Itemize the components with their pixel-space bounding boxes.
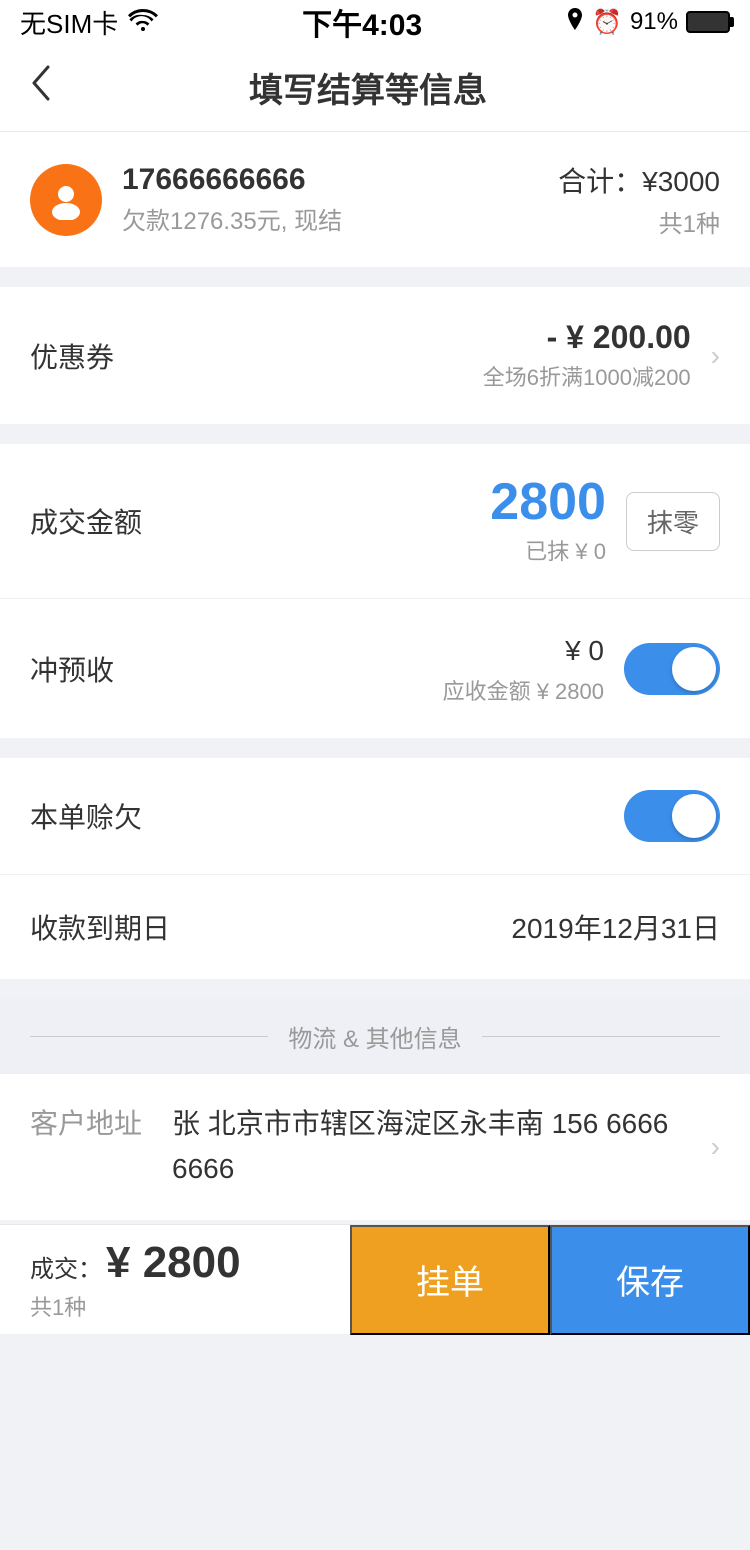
due-date-row: 收款到期日 2019年12月31日: [0, 875, 750, 979]
debt-single-toggle[interactable]: [624, 790, 720, 842]
status-bar: 无SIM卡 下午4:03 ⏰ 91%: [0, 0, 750, 44]
customer-info: 17666666666 欠款1276.35元, 现结: [122, 163, 342, 236]
address-row[interactable]: 客户地址 张 北京市市辖区海淀区永丰南 156 6666 6666 ›: [0, 1074, 750, 1220]
bottom-spacer: [0, 1440, 750, 1550]
customer-card: 17666666666 欠款1276.35元, 现结 合计：¥3000 共1种: [0, 132, 750, 267]
bottom-bar: 成交： ¥ 2800 共1种 挂单 保存: [0, 1224, 750, 1334]
content: 17666666666 欠款1276.35元, 现结 合计：¥3000 共1种 …: [0, 132, 750, 1550]
debt-single-label: 本单赊欠: [30, 796, 142, 836]
toggle-knob: [672, 647, 716, 691]
chevron-right-icon: ›: [711, 340, 720, 372]
debt-single-section: 本单赊欠 收款到期日 2019年12月31日: [0, 758, 750, 979]
customer-total: 合计：¥3000: [558, 160, 720, 200]
due-date-value: 2019年12月31日: [511, 907, 720, 947]
deal-amount-label: 成交金额: [30, 501, 142, 541]
pre-receive-row: 冲预收 ¥ 0 应收金额 ¥ 2800: [0, 599, 750, 738]
toggle-knob-2: [672, 794, 716, 838]
bottom-count: 共1种: [30, 1290, 320, 1322]
deal-amount-value-block: 2800 已抹 ¥ 0: [490, 476, 606, 566]
pre-receive-toggle[interactable]: [624, 643, 720, 695]
pre-receive-right: ¥ 0 应收金额 ¥ 2800: [443, 631, 720, 706]
sim-label: 无SIM卡: [20, 4, 118, 41]
pending-button[interactable]: 挂单: [350, 1225, 550, 1335]
coupon-row[interactable]: 优惠券 - ¥ 200.00 全场6折满1000减200 ›: [0, 287, 750, 424]
nav-bar: 填写结算等信息: [0, 44, 750, 132]
bottom-deal-line: 成交： ¥ 2800: [30, 1238, 320, 1288]
pre-receive-sub: 应收金额 ¥ 2800: [443, 674, 604, 706]
deal-amount-row: 成交金额 2800 已抹 ¥ 0 抹零: [0, 444, 750, 599]
pre-receive-value: ¥ 0: [443, 631, 604, 670]
divider-line-right: [482, 1036, 720, 1037]
bottom-deal-label: 成交：: [30, 1249, 102, 1284]
deal-amount-value: 2800: [490, 476, 606, 528]
customer-debt: 欠款1276.35元, 现结: [122, 201, 342, 236]
logistics-divider: 物流 & 其他信息: [0, 999, 750, 1074]
total-amount: ¥3000: [642, 166, 720, 197]
save-button[interactable]: 保存: [550, 1225, 750, 1335]
coupon-value: - ¥ 200.00: [483, 319, 691, 356]
pre-receive-label: 冲预收: [30, 649, 114, 689]
due-date-label: 收款到期日: [30, 907, 170, 947]
customer-left: 17666666666 欠款1276.35元, 现结: [30, 163, 342, 236]
total-label: 合计：: [558, 166, 642, 197]
customer-phone: 17666666666: [122, 163, 342, 197]
deal-amount-sub: 已抹 ¥ 0: [490, 534, 606, 566]
address-chevron-icon: ›: [711, 1131, 720, 1163]
bottom-amount: ¥ 2800: [106, 1238, 241, 1288]
deal-amount-right: 2800 已抹 ¥ 0 抹零: [490, 476, 720, 566]
status-left: 无SIM卡: [20, 4, 158, 41]
coupon-label: 优惠券: [30, 336, 114, 376]
logistics-label: 物流 & 其他信息: [288, 1019, 461, 1054]
coupon-right: - ¥ 200.00 全场6折满1000减200 ›: [483, 319, 720, 392]
coupon-sub: 全场6折满1000减200: [483, 360, 691, 392]
location-icon: [566, 8, 584, 37]
debt-single-right: [624, 790, 720, 842]
divider-line-left: [30, 1036, 268, 1037]
round-zero-button[interactable]: 抹零: [626, 492, 720, 551]
deal-section: 成交金额 2800 已抹 ¥ 0 抹零 冲预收 ¥ 0 应收金额 ¥ 2800: [0, 444, 750, 738]
customer-right: 合计：¥3000 共1种: [558, 160, 720, 239]
status-time: 下午4:03: [302, 0, 422, 44]
coupon-section: 优惠券 - ¥ 200.00 全场6折满1000减200 ›: [0, 287, 750, 424]
coupon-value-block: - ¥ 200.00 全场6折满1000减200: [483, 319, 691, 392]
status-right: ⏰ 91%: [566, 8, 730, 37]
customer-count: 共1种: [558, 204, 720, 239]
back-button[interactable]: [30, 65, 52, 110]
page-title: 填写结算等信息: [72, 63, 664, 112]
avatar: [30, 164, 102, 236]
address-value: 张 北京市市辖区海淀区永丰南 156 6666 6666: [172, 1102, 701, 1192]
address-label: 客户地址: [30, 1102, 142, 1142]
bottom-info: 成交： ¥ 2800 共1种: [0, 1238, 350, 1322]
battery-icon: [686, 11, 730, 33]
wifi-icon: [128, 7, 158, 38]
address-section: 客户地址 张 北京市市辖区海淀区永丰南 156 6666 6666 ›: [0, 1074, 750, 1220]
debt-single-row: 本单赊欠: [0, 758, 750, 875]
battery-percent: 91%: [630, 8, 678, 36]
alarm-icon: ⏰: [592, 8, 622, 37]
pre-receive-value-block: ¥ 0 应收金额 ¥ 2800: [443, 631, 604, 706]
